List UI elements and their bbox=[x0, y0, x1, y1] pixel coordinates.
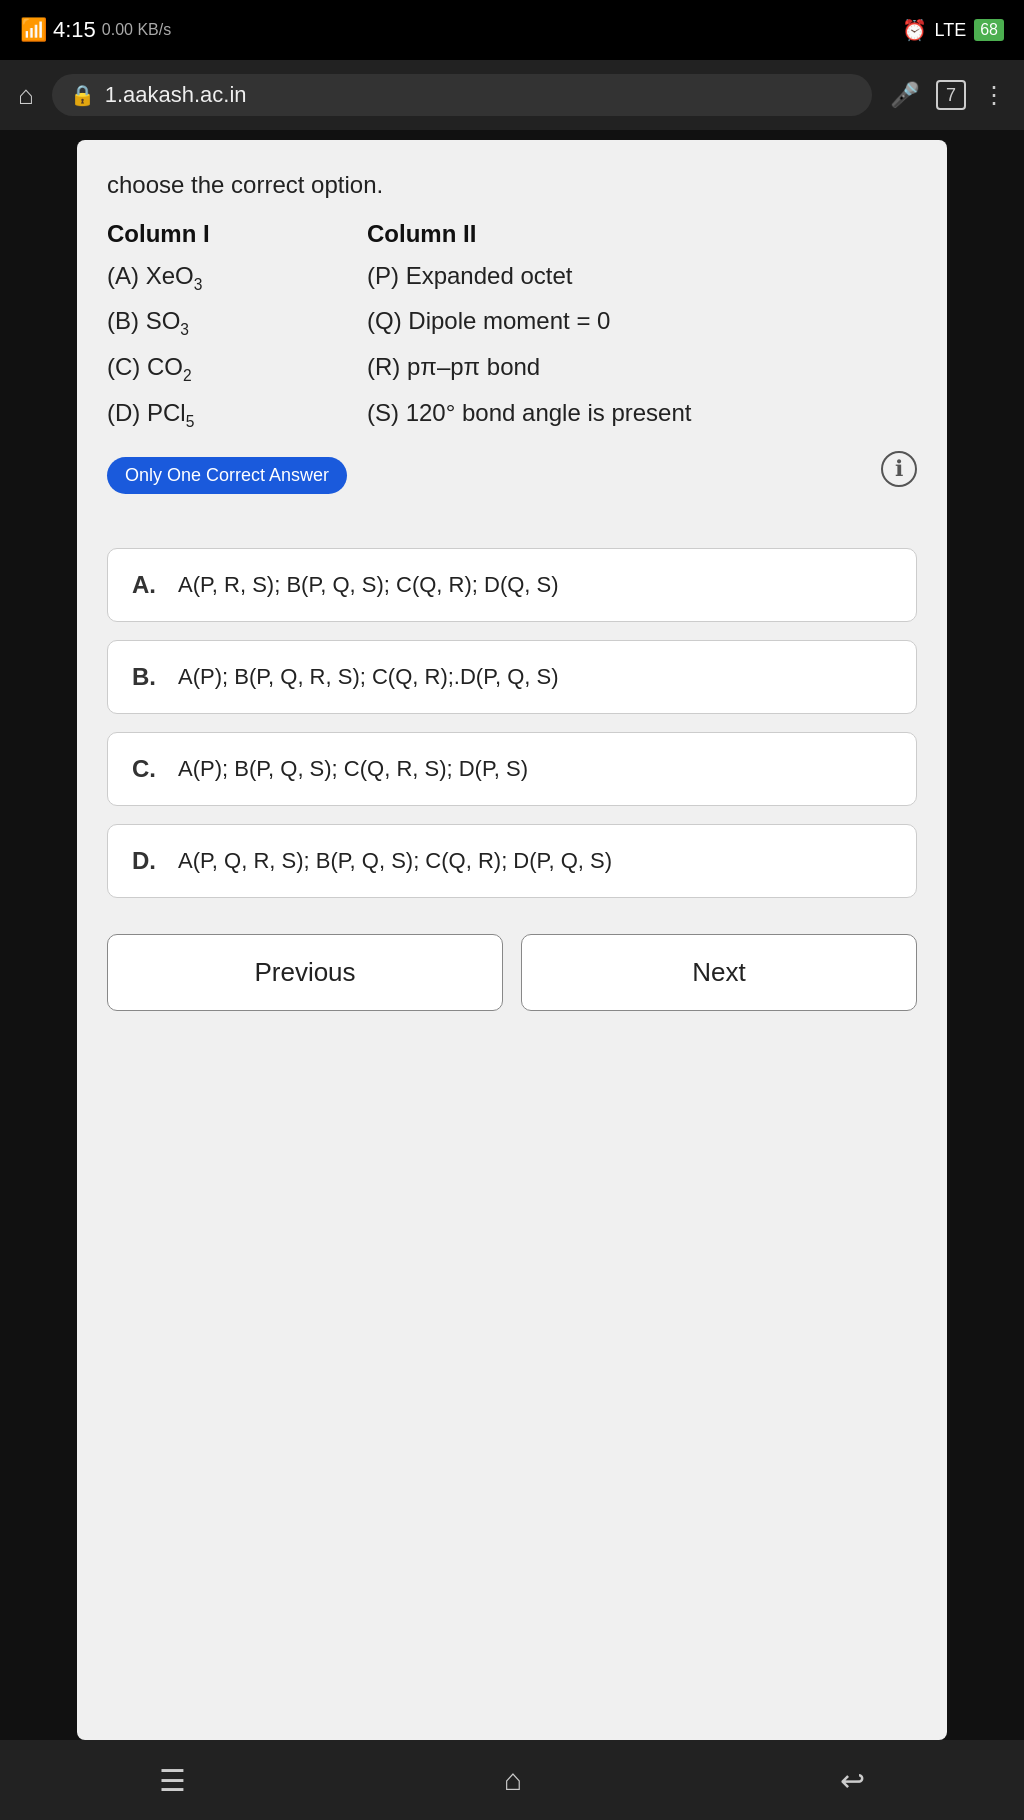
match-col1-c: (C) CO2 bbox=[107, 353, 367, 385]
columns-header: Column I Column II bbox=[107, 220, 917, 248]
answer-type-badge: Only One Correct Answer bbox=[107, 457, 347, 494]
option-c-text: A(P); B(P, Q, S); C(Q, R, S); D(P, S) bbox=[178, 756, 528, 782]
lte-icon: LTE bbox=[935, 20, 967, 41]
option-b-letter: B. bbox=[132, 663, 160, 691]
option-a-text: A(P, R, S); B(P, Q, S); C(Q, R); D(Q, S) bbox=[178, 572, 559, 598]
bottom-nav: ☰ ⌂ ↩ bbox=[0, 1740, 1024, 1820]
browser-actions: 🎤 7 ⋮ bbox=[890, 80, 1006, 110]
match-col1-d: (D) PCl5 bbox=[107, 399, 367, 431]
bottom-menu-icon[interactable]: ☰ bbox=[159, 1763, 186, 1798]
status-left: 📶 4:15 0.00 KB/s bbox=[20, 17, 171, 43]
badge-row: Only One Correct Answer ℹ bbox=[107, 451, 917, 518]
match-row: (D) PCl5 (S) 120° bond angle is present bbox=[107, 399, 917, 431]
option-c-letter: C. bbox=[132, 755, 160, 783]
previous-button[interactable]: Previous bbox=[107, 934, 503, 1011]
match-row: (A) XeO3 (P) Expanded octet bbox=[107, 262, 917, 294]
tab-count[interactable]: 7 bbox=[936, 80, 966, 110]
option-b-text: A(P); B(P, Q, R, S); C(Q, R);.D(P, Q, S) bbox=[178, 664, 559, 690]
url-bar[interactable]: 🔒 1.aakash.ac.in bbox=[52, 74, 872, 116]
option-a[interactable]: A. A(P, R, S); B(P, Q, S); C(Q, R); D(Q,… bbox=[107, 548, 917, 622]
url-text: 1.aakash.ac.in bbox=[105, 82, 247, 108]
match-table: (A) XeO3 (P) Expanded octet (B) SO3 (Q) … bbox=[107, 262, 917, 431]
menu-dots-icon[interactable]: ⋮ bbox=[982, 81, 1006, 109]
match-col2-r: (R) pπ–pπ bond bbox=[367, 353, 917, 381]
match-row: (B) SO3 (Q) Dipole moment = 0 bbox=[107, 307, 917, 339]
match-row: (C) CO2 (R) pπ–pπ bond bbox=[107, 353, 917, 385]
mic-icon[interactable]: 🎤 bbox=[890, 81, 920, 109]
column-ii-header: Column II bbox=[367, 220, 917, 248]
status-bar: 📶 4:15 0.00 KB/s ⏰ LTE 68 bbox=[0, 0, 1024, 60]
time-display: 4:15 bbox=[53, 17, 96, 43]
home-browser-icon[interactable]: ⌂ bbox=[18, 80, 34, 111]
match-col2-p: (P) Expanded octet bbox=[367, 262, 917, 290]
status-right: ⏰ LTE 68 bbox=[902, 18, 1004, 42]
option-d-letter: D. bbox=[132, 847, 160, 875]
alarm-icon: ⏰ bbox=[902, 18, 927, 42]
options-container: A. A(P, R, S); B(P, Q, S); C(Q, R); D(Q,… bbox=[107, 548, 917, 898]
info-icon[interactable]: ℹ bbox=[881, 451, 917, 487]
match-col1-a: (A) XeO3 bbox=[107, 262, 367, 294]
option-c[interactable]: C. A(P); B(P, Q, S); C(Q, R, S); D(P, S) bbox=[107, 732, 917, 806]
option-b[interactable]: B. A(P); B(P, Q, R, S); C(Q, R);.D(P, Q,… bbox=[107, 640, 917, 714]
bottom-back-icon[interactable]: ↩ bbox=[840, 1763, 865, 1798]
question-intro: choose the correct option. bbox=[107, 168, 917, 202]
lock-icon: 🔒 bbox=[70, 83, 95, 107]
option-d-text: A(P, Q, R, S); B(P, Q, S); C(Q, R); D(P,… bbox=[178, 848, 612, 874]
browser-bar: ⌂ 🔒 1.aakash.ac.in 🎤 7 ⋮ bbox=[0, 60, 1024, 130]
speed-display: 0.00 KB/s bbox=[102, 21, 171, 39]
bottom-home-icon[interactable]: ⌂ bbox=[504, 1763, 522, 1797]
column-i-header: Column I bbox=[107, 220, 367, 248]
match-col2-s: (S) 120° bond angle is present bbox=[367, 399, 917, 427]
main-content: choose the correct option. Column I Colu… bbox=[77, 140, 947, 1740]
match-col2-q: (Q) Dipole moment = 0 bbox=[367, 307, 917, 335]
option-a-letter: A. bbox=[132, 571, 160, 599]
option-d[interactable]: D. A(P, Q, R, S); B(P, Q, S); C(Q, R); D… bbox=[107, 824, 917, 898]
signal-icon: 📶 bbox=[20, 17, 47, 43]
nav-buttons: Previous Next bbox=[107, 934, 917, 1011]
match-col1-b: (B) SO3 bbox=[107, 307, 367, 339]
battery-level: 68 bbox=[974, 19, 1004, 41]
next-button[interactable]: Next bbox=[521, 934, 917, 1011]
